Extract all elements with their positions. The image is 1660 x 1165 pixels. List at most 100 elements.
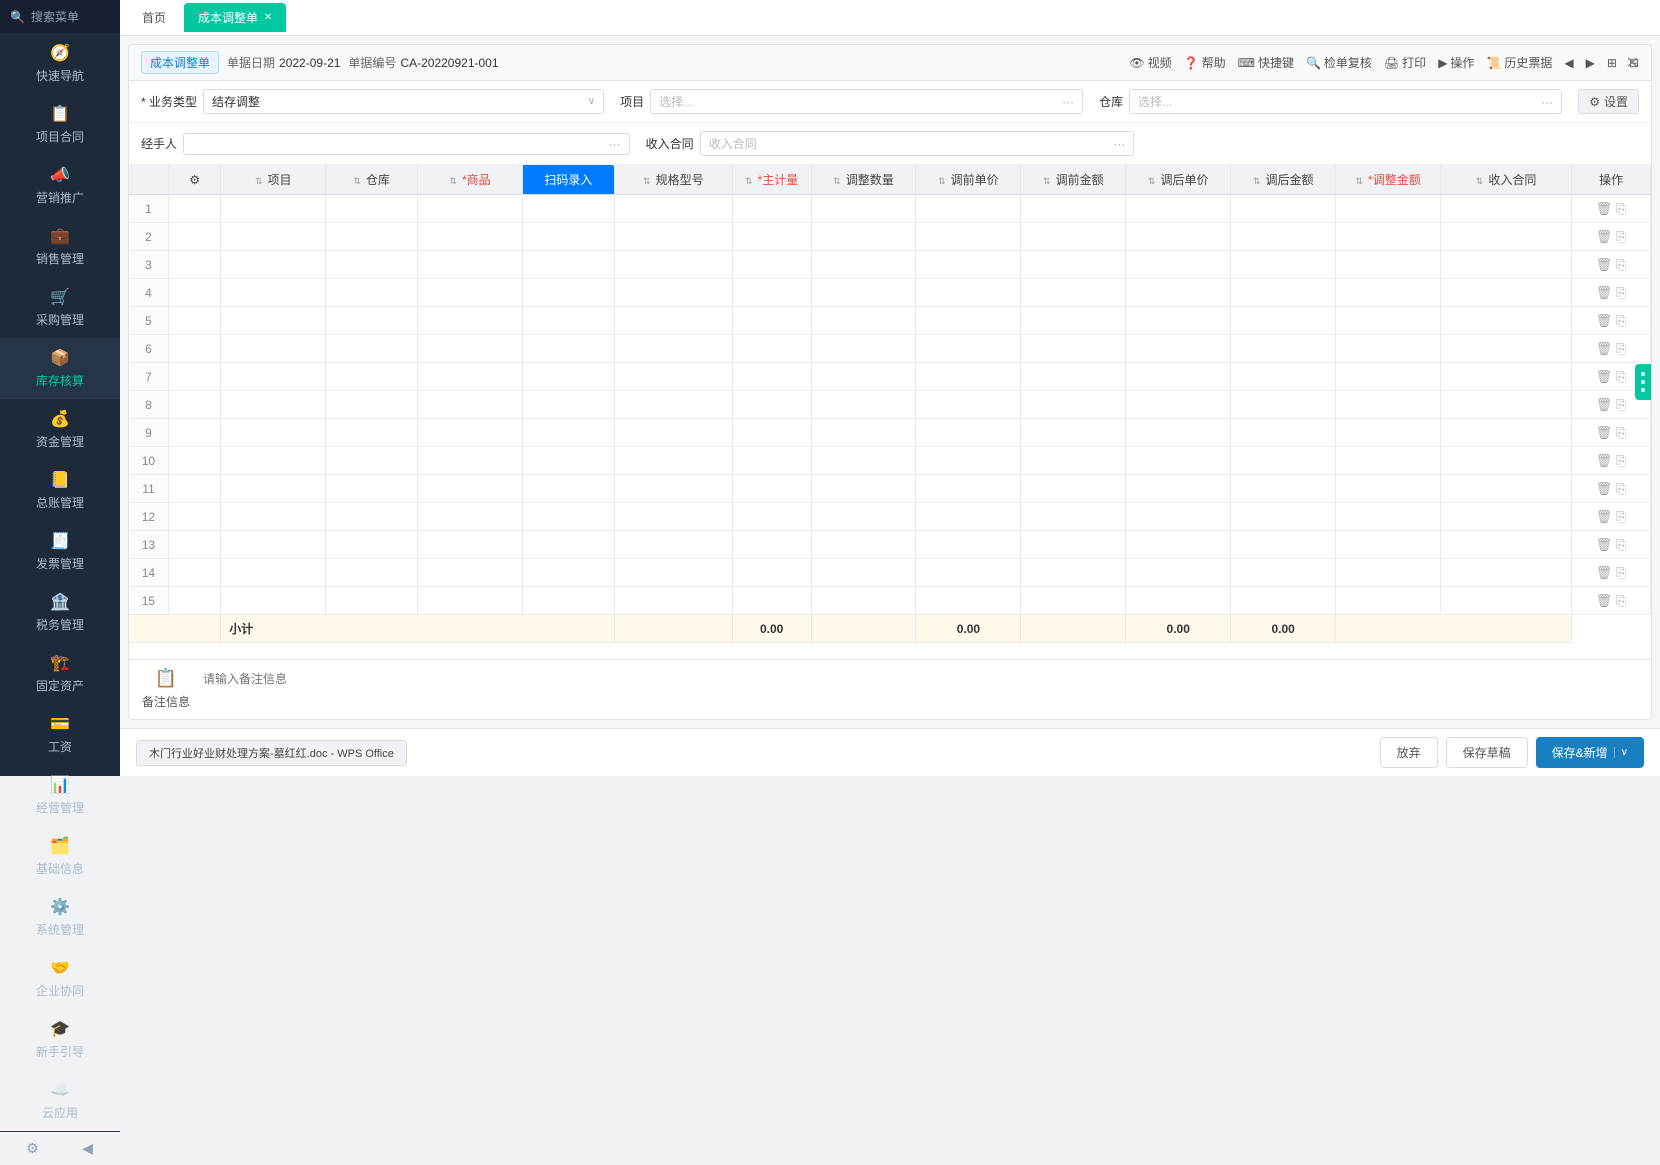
table-cell[interactable]	[1231, 307, 1336, 335]
help-action-btn[interactable]: ❓ 帮助	[1184, 54, 1226, 71]
table-cell[interactable]	[418, 447, 523, 475]
table-cell[interactable]	[326, 587, 418, 615]
table-cell[interactable]	[1441, 475, 1572, 503]
delete-row-icon[interactable]: 🗑	[1594, 201, 1615, 216]
print-action-btn[interactable]: 🖨 打印	[1384, 54, 1426, 71]
tab-home[interactable]: 首页	[128, 3, 180, 32]
table-cell[interactable]	[811, 587, 916, 615]
table-cell[interactable]	[522, 195, 614, 223]
table-cell[interactable]	[1126, 531, 1231, 559]
table-cell[interactable]	[1441, 587, 1572, 615]
table-cell[interactable]	[221, 531, 326, 559]
sidebar-item-sales-promotion[interactable]: 📣 营销推广	[0, 155, 120, 216]
table-cell[interactable]	[1336, 475, 1441, 503]
table-cell[interactable]	[1231, 251, 1336, 279]
adjust-amount-col-header[interactable]: ⇅ *调整金额	[1336, 165, 1441, 195]
sidebar-item-inventory[interactable]: 📦 库存核算	[0, 338, 120, 399]
table-cell[interactable]	[1021, 475, 1126, 503]
table-cell[interactable]	[811, 251, 916, 279]
review-action-btn[interactable]: 🔍 检单复核	[1306, 54, 1372, 71]
table-cell[interactable]	[221, 391, 326, 419]
table-cell[interactable]	[522, 587, 614, 615]
table-cell[interactable]	[522, 475, 614, 503]
table-cell[interactable]	[1441, 503, 1572, 531]
table-cell[interactable]	[1126, 391, 1231, 419]
table-cell[interactable]	[916, 503, 1021, 531]
table-cell[interactable]	[1126, 363, 1231, 391]
dialog-close-button[interactable]: ✕	[1626, 53, 1639, 73]
table-cell[interactable]	[1021, 363, 1126, 391]
table-cell[interactable]	[1441, 307, 1572, 335]
table-cell[interactable]	[221, 559, 326, 587]
table-cell[interactable]	[522, 251, 614, 279]
table-cell[interactable]	[614, 587, 732, 615]
table-cell[interactable]	[1441, 447, 1572, 475]
handler-input[interactable]: ···	[183, 133, 630, 155]
table-cell[interactable]	[1231, 335, 1336, 363]
delete-row-icon[interactable]: 🗑	[1594, 257, 1615, 272]
table-cell[interactable]	[1336, 503, 1441, 531]
table-cell[interactable]	[168, 475, 220, 503]
table-cell[interactable]	[1441, 223, 1572, 251]
table-cell[interactable]	[418, 475, 523, 503]
table-cell[interactable]	[418, 251, 523, 279]
copy-row-icon[interactable]: ⎘	[1614, 509, 1628, 524]
view-action-btn[interactable]: 👁 视频	[1129, 54, 1171, 71]
table-cell[interactable]	[1231, 195, 1336, 223]
table-cell[interactable]	[916, 531, 1021, 559]
table-cell[interactable]	[1021, 279, 1126, 307]
table-cell[interactable]	[1126, 503, 1231, 531]
sidebar-item-quick-nav[interactable]: 🧭 快速导航	[0, 33, 120, 94]
delete-row-icon[interactable]: 🗑	[1594, 509, 1615, 524]
table-cell[interactable]	[326, 419, 418, 447]
table-cell[interactable]	[168, 559, 220, 587]
table-cell[interactable]	[1126, 251, 1231, 279]
delete-row-icon[interactable]: 🗑	[1594, 593, 1615, 608]
table-cell[interactable]	[614, 307, 732, 335]
price-before-col-header[interactable]: ⇅ 调前单价	[916, 165, 1021, 195]
sidebar-item-invoice-mgmt[interactable]: 🧾 发票管理	[0, 521, 120, 582]
table-cell[interactable]	[168, 531, 220, 559]
table-cell[interactable]	[326, 503, 418, 531]
warehouse-input[interactable]: 选择... ···	[1129, 89, 1562, 114]
table-wrapper[interactable]: ⚙ ⇅ 项目 ⇅ 仓库 ⇅	[129, 165, 1651, 659]
table-cell[interactable]	[168, 447, 220, 475]
table-cell[interactable]	[168, 307, 220, 335]
table-cell[interactable]	[326, 223, 418, 251]
table-cell[interactable]	[1021, 195, 1126, 223]
table-cell[interactable]	[168, 223, 220, 251]
table-cell[interactable]	[418, 195, 523, 223]
table-cell[interactable]	[1231, 419, 1336, 447]
hotkey-action-btn[interactable]: ⌨ 快捷键	[1238, 54, 1294, 71]
copy-row-icon[interactable]: ⎘	[1614, 341, 1628, 356]
table-cell[interactable]	[1126, 307, 1231, 335]
table-cell[interactable]	[1231, 587, 1336, 615]
table-cell[interactable]	[1336, 391, 1441, 419]
table-cell[interactable]	[811, 475, 916, 503]
save-new-dropdown-arrow[interactable]: ∨	[1614, 747, 1628, 758]
table-cell[interactable]	[221, 475, 326, 503]
delete-row-icon[interactable]: 🗑	[1594, 341, 1615, 356]
table-cell[interactable]	[811, 503, 916, 531]
delete-row-icon[interactable]: 🗑	[1594, 453, 1615, 468]
table-cell[interactable]	[326, 335, 418, 363]
table-cell[interactable]	[811, 195, 916, 223]
table-cell[interactable]	[614, 475, 732, 503]
table-cell[interactable]	[221, 223, 326, 251]
table-cell[interactable]	[522, 363, 614, 391]
table-cell[interactable]	[418, 335, 523, 363]
table-cell[interactable]	[168, 587, 220, 615]
sidebar-collapse-btn[interactable]: ◀	[63, 1140, 112, 1157]
table-cell[interactable]	[221, 195, 326, 223]
table-cell[interactable]	[614, 279, 732, 307]
table-cell[interactable]	[1021, 503, 1126, 531]
table-cell[interactable]	[916, 335, 1021, 363]
delete-row-icon[interactable]: 🗑	[1594, 369, 1615, 384]
table-cell[interactable]	[326, 475, 418, 503]
table-cell[interactable]	[811, 279, 916, 307]
table-cell[interactable]	[732, 391, 811, 419]
table-cell[interactable]	[1336, 363, 1441, 391]
table-cell[interactable]	[522, 559, 614, 587]
business-type-input[interactable]: 结存调整 ∨	[203, 89, 604, 114]
scan-col-header[interactable]: 扫码录入	[522, 165, 614, 195]
